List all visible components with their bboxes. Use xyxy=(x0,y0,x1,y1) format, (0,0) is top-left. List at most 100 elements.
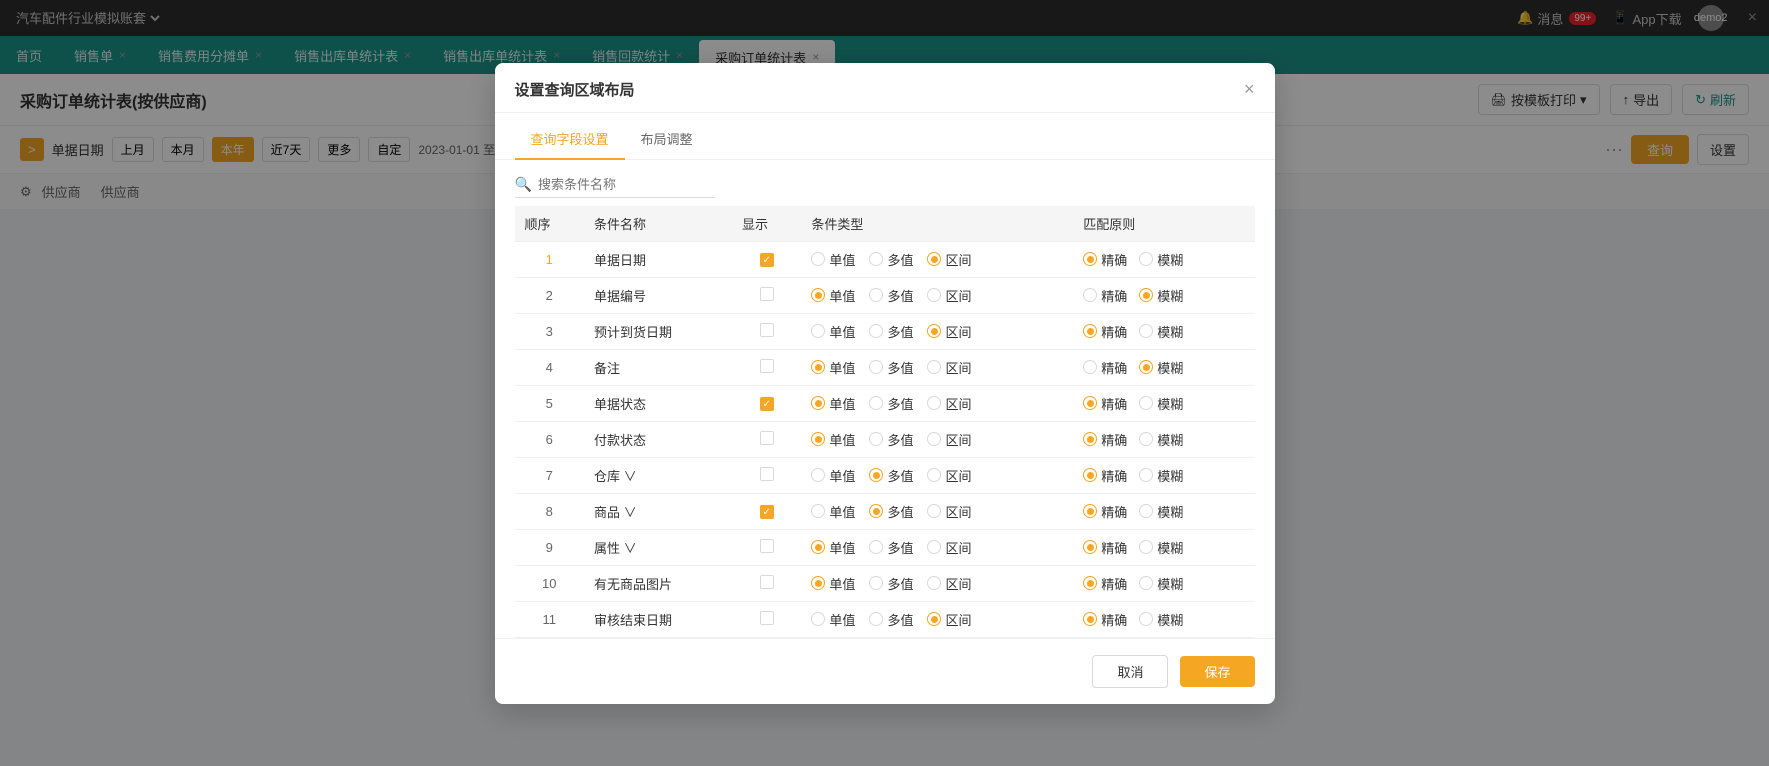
match-option-精确[interactable]: 精确 xyxy=(1083,610,1127,629)
row-display[interactable] xyxy=(732,493,801,529)
match-radio xyxy=(1139,432,1153,446)
match-option-label: 模糊 xyxy=(1157,394,1183,413)
row-match: 精确模糊 xyxy=(1073,349,1254,385)
match-option-模糊[interactable]: 模糊 xyxy=(1139,394,1183,413)
row-display[interactable] xyxy=(732,241,801,277)
match-option-精确[interactable]: 精确 xyxy=(1083,574,1127,593)
type-option-区间[interactable]: 区间 xyxy=(927,250,971,269)
display-checkbox[interactable] xyxy=(760,397,774,411)
type-option-多值[interactable]: 多值 xyxy=(869,394,913,413)
match-option-精确[interactable]: 精确 xyxy=(1083,394,1127,413)
type-option-区间[interactable]: 区间 xyxy=(927,538,971,557)
type-option-label: 单值 xyxy=(829,466,855,485)
type-option-多值[interactable]: 多值 xyxy=(869,250,913,269)
type-option-单值[interactable]: 单值 xyxy=(811,538,855,557)
match-option-label: 精确 xyxy=(1101,358,1127,377)
order-number: 6 xyxy=(546,432,553,447)
type-option-单值[interactable]: 单值 xyxy=(811,610,855,629)
row-match: 精确模糊 xyxy=(1073,529,1254,565)
row-display[interactable] xyxy=(732,385,801,421)
type-option-区间[interactable]: 区间 xyxy=(927,430,971,449)
match-option-模糊[interactable]: 模糊 xyxy=(1139,358,1183,377)
match-option-label: 模糊 xyxy=(1157,574,1183,593)
display-checkbox[interactable] xyxy=(760,287,774,301)
type-option-区间[interactable]: 区间 xyxy=(927,502,971,521)
radio-circle xyxy=(869,252,883,266)
display-checkbox[interactable] xyxy=(760,539,774,553)
type-option-单值[interactable]: 单值 xyxy=(811,502,855,521)
type-option-区间[interactable]: 区间 xyxy=(927,466,971,485)
match-option-精确[interactable]: 精确 xyxy=(1083,322,1127,341)
type-option-label: 区间 xyxy=(945,394,971,413)
order-number: 1 xyxy=(546,252,553,267)
type-option-label: 单值 xyxy=(829,358,855,377)
display-checkbox[interactable] xyxy=(760,505,774,519)
type-option-单值[interactable]: 单值 xyxy=(811,466,855,485)
row-display[interactable] xyxy=(732,421,801,457)
type-option-单值[interactable]: 单值 xyxy=(811,574,855,593)
match-option-精确[interactable]: 精确 xyxy=(1083,286,1127,305)
row-display[interactable] xyxy=(732,565,801,601)
match-option-精确[interactable]: 精确 xyxy=(1083,502,1127,521)
tab-layout[interactable]: 布局调整 xyxy=(625,123,709,160)
type-option-区间[interactable]: 区间 xyxy=(927,574,971,593)
type-option-多值[interactable]: 多值 xyxy=(869,538,913,557)
dialog-close-btn[interactable]: × xyxy=(1244,80,1255,98)
match-option-模糊[interactable]: 模糊 xyxy=(1139,574,1183,593)
type-option-区间[interactable]: 区间 xyxy=(927,322,971,341)
radio-circle xyxy=(811,540,825,554)
match-option-模糊[interactable]: 模糊 xyxy=(1139,430,1183,449)
display-checkbox[interactable] xyxy=(760,611,774,625)
match-radio xyxy=(1139,324,1153,338)
match-option-模糊[interactable]: 模糊 xyxy=(1139,466,1183,485)
tab-query-fields[interactable]: 查询字段设置 xyxy=(515,123,625,160)
type-option-label: 多值 xyxy=(887,502,913,521)
row-match: 精确模糊 xyxy=(1073,277,1254,313)
type-option-单值[interactable]: 单值 xyxy=(811,322,855,341)
cancel-btn[interactable]: 取消 xyxy=(1092,655,1168,688)
match-option-精确[interactable]: 精确 xyxy=(1083,430,1127,449)
save-btn[interactable]: 保存 xyxy=(1180,656,1254,687)
type-option-单值[interactable]: 单值 xyxy=(811,250,855,269)
display-checkbox[interactable] xyxy=(760,467,774,481)
type-option-多值[interactable]: 多值 xyxy=(869,430,913,449)
type-option-区间[interactable]: 区间 xyxy=(927,610,971,629)
match-option-模糊[interactable]: 模糊 xyxy=(1139,322,1183,341)
condition-search-input[interactable] xyxy=(538,177,698,192)
type-option-区间[interactable]: 区间 xyxy=(927,358,971,377)
type-option-单值[interactable]: 单值 xyxy=(811,394,855,413)
match-option-精确[interactable]: 精确 xyxy=(1083,250,1127,269)
type-option-多值[interactable]: 多值 xyxy=(869,466,913,485)
type-option-单值[interactable]: 单值 xyxy=(811,286,855,305)
row-display[interactable] xyxy=(732,313,801,349)
display-checkbox[interactable] xyxy=(760,575,774,589)
row-display[interactable] xyxy=(732,529,801,565)
row-display[interactable] xyxy=(732,457,801,493)
display-checkbox[interactable] xyxy=(760,253,774,267)
type-option-多值[interactable]: 多值 xyxy=(869,574,913,593)
display-checkbox[interactable] xyxy=(760,323,774,337)
match-option-模糊[interactable]: 模糊 xyxy=(1139,250,1183,269)
display-checkbox[interactable] xyxy=(760,359,774,373)
type-option-多值[interactable]: 多值 xyxy=(869,322,913,341)
match-option-模糊[interactable]: 模糊 xyxy=(1139,502,1183,521)
type-option-单值[interactable]: 单值 xyxy=(811,358,855,377)
type-option-多值[interactable]: 多值 xyxy=(869,610,913,629)
row-display[interactable] xyxy=(732,277,801,313)
type-option-单值[interactable]: 单值 xyxy=(811,430,855,449)
match-option-模糊[interactable]: 模糊 xyxy=(1139,538,1183,557)
display-checkbox[interactable] xyxy=(760,431,774,445)
table-row: 9属性 ∨单值多值区间精确模糊 xyxy=(515,529,1255,565)
match-option-模糊[interactable]: 模糊 xyxy=(1139,286,1183,305)
type-option-多值[interactable]: 多值 xyxy=(869,502,913,521)
type-option-多值[interactable]: 多值 xyxy=(869,286,913,305)
match-option-精确[interactable]: 精确 xyxy=(1083,358,1127,377)
type-option-多值[interactable]: 多值 xyxy=(869,358,913,377)
row-display[interactable] xyxy=(732,349,801,385)
match-option-精确[interactable]: 精确 xyxy=(1083,538,1127,557)
type-option-区间[interactable]: 区间 xyxy=(927,394,971,413)
match-option-精确[interactable]: 精确 xyxy=(1083,466,1127,485)
type-option-区间[interactable]: 区间 xyxy=(927,286,971,305)
match-option-模糊[interactable]: 模糊 xyxy=(1139,610,1183,629)
row-display[interactable] xyxy=(732,601,801,637)
